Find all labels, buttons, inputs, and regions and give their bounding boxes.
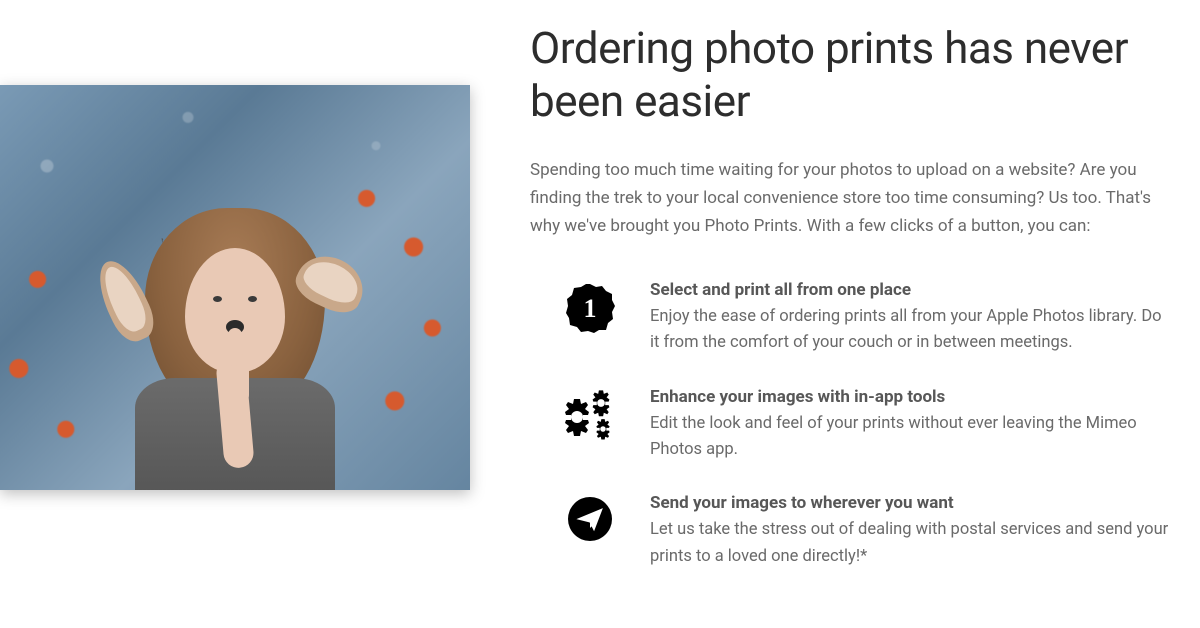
feature-title: Enhance your images with in-app tools bbox=[650, 387, 1172, 407]
hero-photo bbox=[0, 85, 470, 490]
feature-description: Edit the look and feel of your prints wi… bbox=[650, 411, 1172, 464]
feature-description: Let us take the stress out of dealing wi… bbox=[650, 517, 1172, 570]
page-layout: Ordering photo prints has never been eas… bbox=[0, 0, 1200, 628]
feature-description: Enjoy the ease of ordering prints all fr… bbox=[650, 304, 1172, 357]
gears-icon bbox=[561, 389, 619, 441]
badge-one-icon: 1 bbox=[564, 282, 616, 334]
feature-title: Select and print all from one place bbox=[650, 280, 1172, 300]
feature-item: Enhance your images with in-app tools Ed… bbox=[530, 387, 1172, 464]
send-icon bbox=[566, 495, 614, 543]
intro-paragraph: Spending too much time waiting for your … bbox=[530, 156, 1172, 240]
feature-item: Send your images to wherever you want Le… bbox=[530, 493, 1172, 570]
svg-text:1: 1 bbox=[584, 294, 597, 323]
feature-item: 1 Select and print all from one place En… bbox=[530, 280, 1172, 357]
page-heading: Ordering photo prints has never been eas… bbox=[530, 22, 1172, 128]
feature-title: Send your images to wherever you want bbox=[650, 493, 1172, 513]
content-column: Ordering photo prints has never been eas… bbox=[490, 0, 1200, 628]
hero-image-column bbox=[0, 0, 490, 628]
